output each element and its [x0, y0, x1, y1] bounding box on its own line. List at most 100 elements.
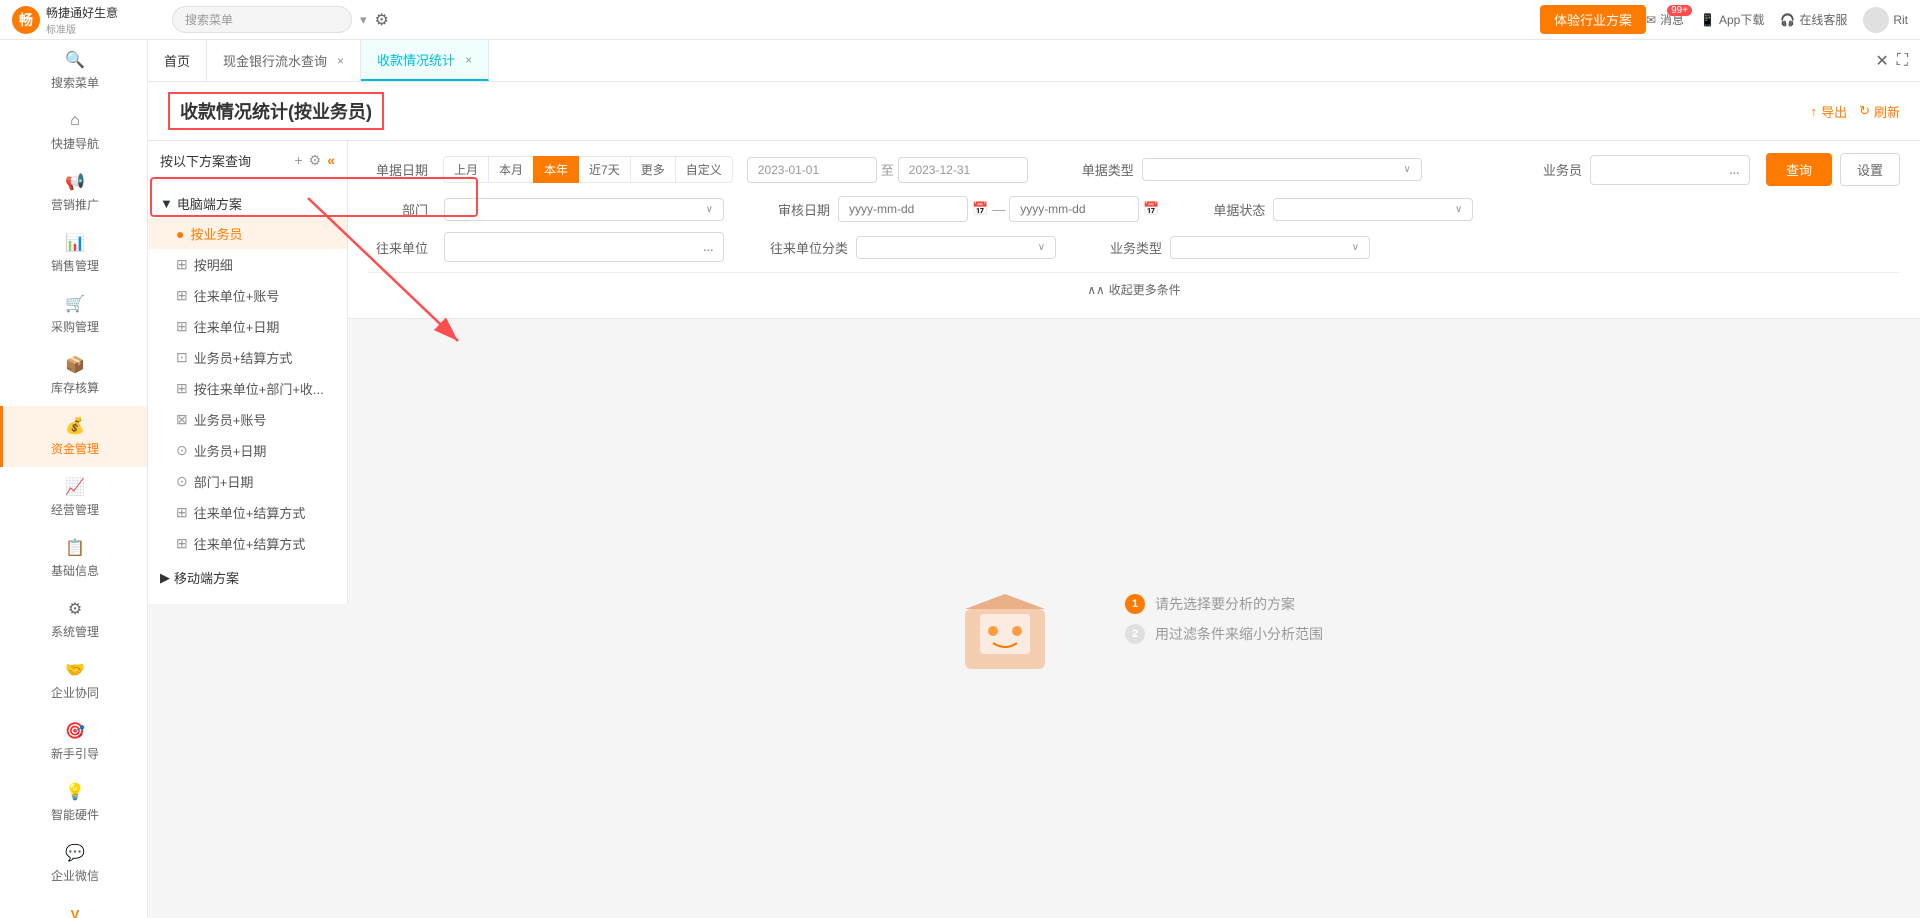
app-download-item[interactable]: 📱 App下载	[1700, 11, 1764, 28]
trial-button[interactable]: 体验行业方案	[1540, 5, 1646, 34]
tree-item-partner-account[interactable]: ⊞ 往来单位+账号	[148, 280, 347, 311]
search-menu-icon: 🔍	[65, 50, 85, 70]
sidebar-item-marketing[interactable]: 📢 营销推广	[0, 162, 147, 223]
header-nav: 搜索菜单 ▾ ⚙	[160, 6, 1540, 33]
tree-item-by-detail[interactable]: ⊞ 按明细	[148, 249, 347, 280]
date-tab-this-year[interactable]: 本年	[533, 156, 579, 183]
online-service-label: 在线客服	[1799, 11, 1847, 28]
salesperson-select[interactable]: ...	[1590, 155, 1750, 185]
page-header: 收款情况统计(按业务员) ↑ 导出 ↻ 刷新	[148, 82, 1920, 141]
doc-status-select[interactable]: ∨	[1273, 198, 1473, 221]
tab-bank-flow-close[interactable]: ×	[337, 54, 344, 68]
doc-type-label: 单据类型	[1074, 160, 1134, 179]
sidebar-label-purchase: 采购管理	[51, 318, 99, 335]
sidebar-item-system[interactable]: ⚙ 系统管理	[0, 589, 147, 650]
online-service-item[interactable]: 🎧 在线客服	[1780, 11, 1847, 28]
collapse-more-btn[interactable]: ∧∧ 收起更多条件	[368, 272, 1900, 306]
refresh-label: 刷新	[1874, 102, 1900, 121]
add-scheme-icon[interactable]: +	[294, 152, 302, 169]
export-button[interactable]: ↑ 导出	[1811, 102, 1848, 121]
tree-item-partner-settlement2[interactable]: ⊞ 往来单位+结算方式	[148, 528, 347, 559]
user-item[interactable]: Rit	[1863, 7, 1908, 33]
refresh-button[interactable]: ↻ 刷新	[1859, 102, 1900, 121]
date-from-input[interactable]	[747, 157, 877, 183]
sidebar-item-purchase[interactable]: 🛒 采购管理	[0, 284, 147, 345]
window-close-icon[interactable]: ✕	[1875, 51, 1888, 71]
export-label: 导出	[1821, 102, 1847, 121]
salesperson-dots[interactable]: ...	[1729, 161, 1739, 179]
sidebar-item-operations[interactable]: 📈 经营管理	[0, 467, 147, 528]
partner-select[interactable]: ...	[444, 232, 724, 262]
sidebar-label-quick-nav: 快捷导航	[51, 135, 99, 152]
salesperson-label: 业务员	[1522, 160, 1582, 179]
sidebar-label-marketing: 营销推广	[51, 196, 99, 213]
partner-settlement1-scheme-icon: ⊞	[176, 504, 188, 521]
tree-item-by-salesperson-label: 按业务员	[190, 224, 242, 243]
tree-item-partner-settlement1[interactable]: ⊞ 往来单位+结算方式	[148, 497, 347, 528]
partner-dots[interactable]: ...	[703, 238, 713, 256]
date-tab-this-month[interactable]: 本月	[488, 156, 534, 183]
sidebar-item-basic-info[interactable]: 📋 基础信息	[0, 528, 147, 589]
step-2-num: 2	[1125, 624, 1145, 644]
tab-bank-flow[interactable]: 现金银行流水查询 ×	[207, 40, 361, 81]
sidebar-item-corp-collab[interactable]: 🤝 企业协同	[0, 650, 147, 711]
review-date-separator: —	[992, 202, 1005, 217]
date-to-input[interactable]	[898, 157, 1028, 183]
tree-group-desktop-header[interactable]: ▼ 电脑端方案	[148, 189, 347, 218]
doc-status-label: 单据状态	[1205, 200, 1265, 219]
biz-type-chevron: ∨	[1352, 242, 1359, 253]
review-date-container: 审核日期 📅 — 📅	[770, 196, 1159, 222]
tree-item-partner-settlement2-label: 往来单位+结算方式	[194, 534, 306, 553]
date-tab-more[interactable]: 更多	[630, 156, 676, 183]
sidebar-item-search-menu[interactable]: 🔍 搜索菜单	[0, 40, 147, 101]
date-tab-prev-month[interactable]: 上月	[443, 156, 489, 183]
tree-item-salesperson-date[interactable]: ⊙ 业务员+日期	[148, 435, 347, 466]
doc-type-select[interactable]: ∨	[1142, 158, 1422, 181]
settings-icon[interactable]: ⚙	[375, 10, 389, 30]
sidebar-item-vip[interactable]: V 畅会员	[0, 894, 147, 918]
sidebar-item-finance[interactable]: 💰 资金管理	[0, 406, 147, 467]
scheme-settings-icon[interactable]: ⚙	[309, 152, 322, 169]
doc-type-container: 单据类型 ∨	[1074, 158, 1476, 181]
tab-bank-flow-label: 现金银行流水查询	[223, 51, 327, 70]
partner-account-scheme-icon: ⊞	[176, 287, 188, 304]
review-date-cal2-icon[interactable]: 📅	[1143, 201, 1159, 217]
tree-item-salesperson-account[interactable]: ⊠ 业务员+账号	[148, 404, 347, 435]
dept-select[interactable]: ∨	[444, 198, 724, 221]
review-date-from-input[interactable]	[838, 196, 968, 222]
tab-receipt-stats[interactable]: 收款情况统计 ×	[361, 40, 489, 81]
sidebar-item-smart-hw[interactable]: 💡 智能硬件	[0, 772, 147, 833]
message-icon: ✉	[1646, 13, 1656, 27]
partner-category-select[interactable]: ∨	[856, 236, 1056, 259]
sidebar-label-inventory: 库存核算	[51, 379, 99, 396]
tree-item-by-salesperson[interactable]: ● 按业务员	[148, 218, 347, 249]
sidebar-item-corp-wechat[interactable]: 💬 企业微信	[0, 833, 147, 894]
tree-item-partner-dept[interactable]: ⊞ 按往来单位+部门+收...	[148, 373, 347, 404]
review-date-label: 审核日期	[770, 200, 830, 219]
tab-receipt-stats-close[interactable]: ×	[465, 53, 472, 67]
tree-item-salesperson-date-label: 业务员+日期	[194, 441, 267, 460]
window-maximize-icon[interactable]: ⛶	[1897, 52, 1908, 70]
date-tab-custom[interactable]: 自定义	[675, 156, 733, 183]
review-date-cal-icon[interactable]: 📅	[972, 201, 988, 217]
sidebar-item-beginner[interactable]: 🎯 新手引导	[0, 711, 147, 772]
tree-item-dept-date[interactable]: ⊙ 部门+日期	[148, 466, 347, 497]
settings-button[interactable]: 设置	[1840, 153, 1900, 186]
review-date-to-input[interactable]	[1009, 196, 1139, 222]
tab-home[interactable]: 首页	[148, 40, 207, 81]
tree-group-mobile-header[interactable]: ▶ 移动端方案	[148, 563, 347, 592]
empty-state: 1 请先选择要分析的方案 2 用过滤条件来缩小分析范围	[348, 319, 1920, 918]
sidebar-item-inventory[interactable]: 📦 库存核算	[0, 345, 147, 406]
biz-type-select[interactable]: ∨	[1170, 236, 1370, 259]
date-tab-last7days[interactable]: 近7天	[578, 156, 631, 183]
panel-collapse-icon[interactable]: «	[327, 152, 335, 169]
tree-item-salesperson-settlement[interactable]: ⊡ 业务员+结算方式	[148, 342, 347, 373]
sidebar-item-quick-nav[interactable]: ⌂ 快捷导航	[0, 101, 147, 162]
header-search-box[interactable]: 搜索菜单	[172, 6, 352, 33]
app-download-icon: 📱	[1700, 13, 1715, 27]
message-item[interactable]: ✉ 消息 99+	[1646, 11, 1684, 28]
query-button[interactable]: 查询	[1766, 153, 1832, 186]
sidebar-item-sales[interactable]: 📊 销售管理	[0, 223, 147, 284]
nav-dropdown-icon[interactable]: ▾	[360, 12, 367, 28]
tree-item-partner-date[interactable]: ⊞ 往来单位+日期	[148, 311, 347, 342]
